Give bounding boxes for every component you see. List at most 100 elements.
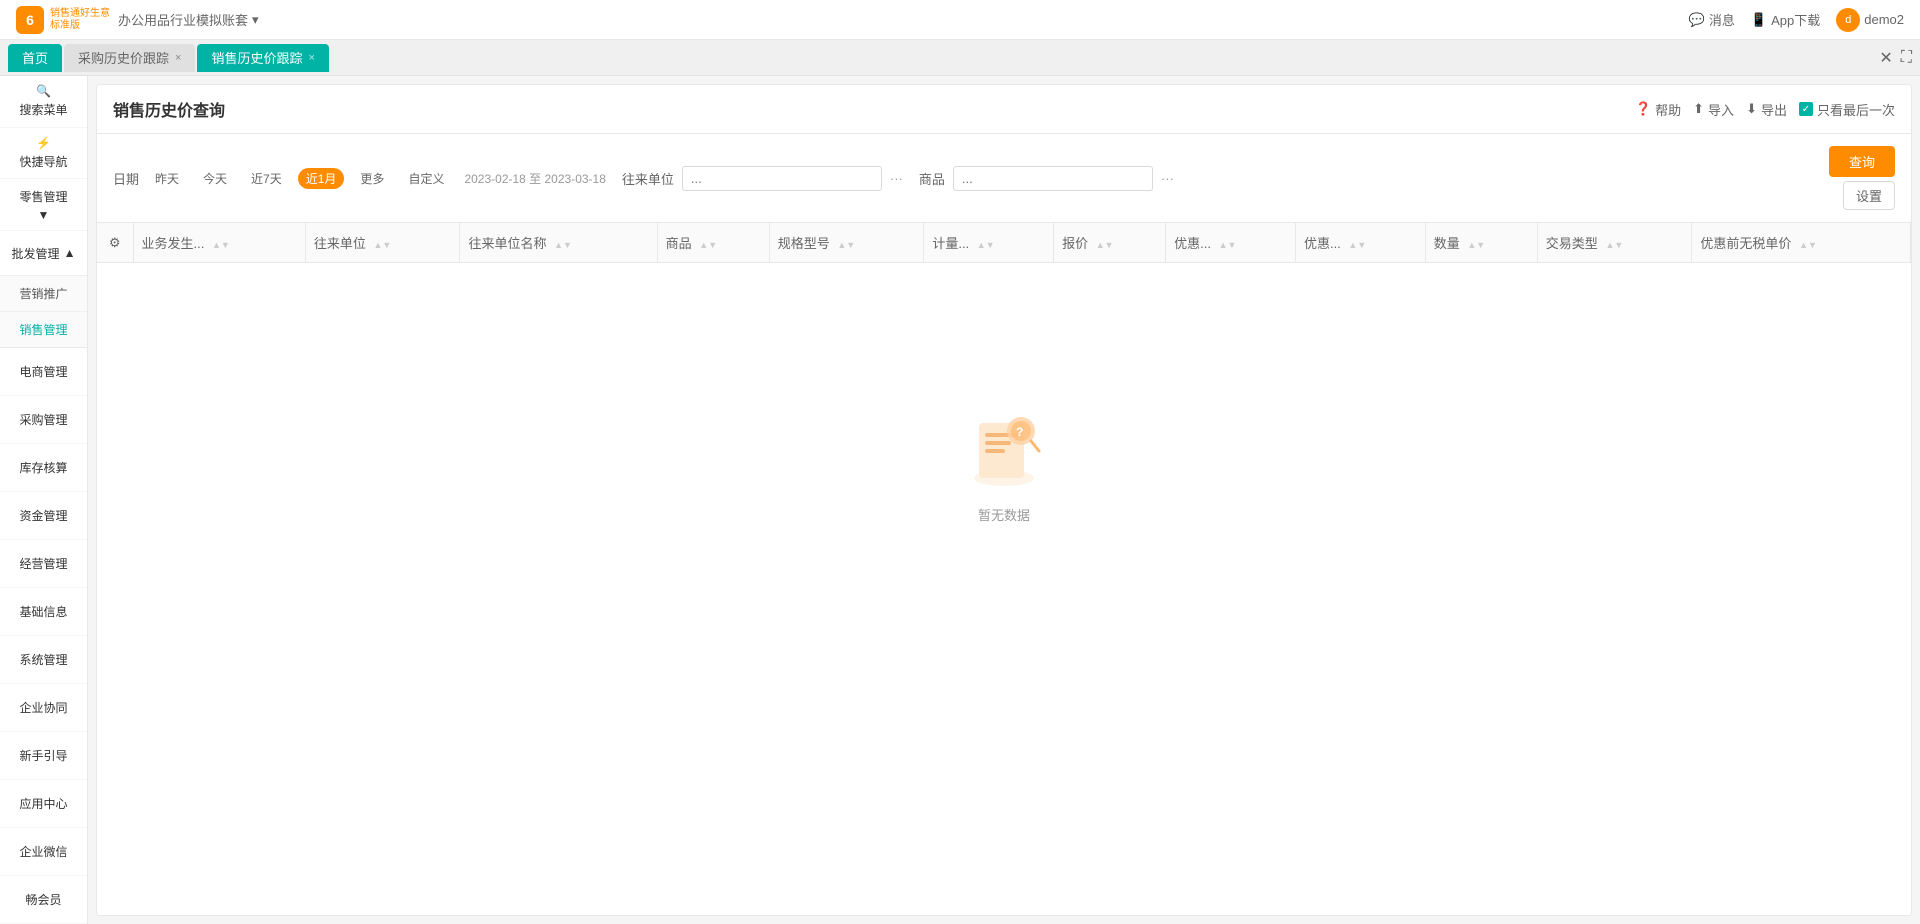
help-btn[interactable]: ❓ 帮助	[1635, 100, 1681, 119]
app-download-btn[interactable]: 📱 App下载	[1751, 10, 1820, 29]
col-biz-date: 业务发生... ▲▼	[133, 223, 305, 263]
sidebar-item-purchase-label: 采购管理	[19, 411, 67, 428]
sidebar-sub-sales-mgmt[interactable]: 销售管理	[0, 311, 87, 347]
sort-icon: ▲▼	[1096, 240, 1114, 250]
page-header-actions: ❓ 帮助 ⬆ 导入 ⬇ 导出 ✓ 只看最后一次	[1635, 100, 1895, 119]
help-label: 帮助	[1655, 100, 1681, 119]
col-spec: 规格型号 ▲▼	[769, 223, 924, 263]
sidebar-item-wholesale[interactable]: 批发管理 ▲	[0, 231, 87, 275]
sidebar-item-enterprise[interactable]: 企业协同	[0, 684, 87, 732]
product-more-icon[interactable]: ···	[1161, 171, 1174, 186]
filter-bar: 日期 昨天 今天 近7天 近1月 更多 自定义 2023-02-18 至 202…	[97, 134, 1911, 223]
col-trade-type: 交易类型 ▲▼	[1537, 223, 1692, 263]
sidebar-item-system[interactable]: 系统管理	[0, 636, 87, 684]
sort-icon: ▲▼	[212, 240, 230, 250]
tab-purchase-label: 采购历史价跟踪	[78, 48, 169, 67]
col-quoted-price: 报价 ▲▼	[1054, 223, 1166, 263]
sidebar-item-retail[interactable]: 零售管理 ▼	[0, 179, 87, 231]
date-label: 日期	[113, 169, 139, 188]
import-btn[interactable]: ⬆ 导入	[1693, 100, 1734, 119]
sidebar-item-guide[interactable]: 新手引导	[0, 732, 87, 780]
sidebar-item-ecommerce[interactable]: 电商管理	[0, 348, 87, 396]
help-icon: ❓	[1635, 101, 1651, 117]
date-btn-1month[interactable]: 近1月	[298, 168, 345, 189]
import-label: 导入	[1708, 100, 1734, 119]
sidebar-item-basic[interactable]: 基础信息	[0, 588, 87, 636]
sidebar-item-operations-label: 经营管理	[19, 555, 67, 572]
sidebar-item-system-label: 系统管理	[19, 651, 67, 668]
filter-buttons: 查询 设置	[1829, 146, 1895, 210]
sidebar-item-basic-label: 基础信息	[19, 603, 67, 620]
tab-home[interactable]: 首页	[8, 44, 62, 72]
tab-purchase-close-icon[interactable]: ×	[175, 52, 181, 64]
sidebar-item-shortcuts[interactable]: ⚡ 快捷导航	[0, 128, 87, 180]
query-button[interactable]: 查询	[1829, 146, 1895, 177]
tabbar-right: ✕ ⛶	[1879, 48, 1912, 68]
col-unit: 计量... ▲▼	[924, 223, 1054, 263]
sidebar-item-purchase[interactable]: 采购管理	[0, 396, 87, 444]
sort-icon: ▲▼	[1219, 240, 1237, 250]
date-btn-custom[interactable]: 自定义	[400, 168, 452, 189]
tab-close-all-icon[interactable]: ✕	[1879, 48, 1892, 68]
only-last-label: 只看最后一次	[1817, 100, 1895, 119]
settings-button[interactable]: 设置	[1843, 181, 1895, 210]
sidebar-sub-sales-label: 销售管理	[19, 321, 67, 338]
sidebar-item-appstore-label: 应用中心	[19, 795, 67, 812]
tab-fullscreen-icon[interactable]: ⛶	[1901, 49, 1912, 67]
workspace-label: 办公用品行业模拟账套	[118, 10, 248, 29]
page: 销售历史价查询 ❓ 帮助 ⬆ 导入 ⬇ 导出 ✓	[96, 84, 1912, 916]
sidebar-item-wechat[interactable]: 企业微信	[0, 828, 87, 876]
export-btn[interactable]: ⬇ 导出	[1746, 100, 1787, 119]
avatar: d	[1836, 8, 1860, 32]
user-menu[interactable]: d demo2	[1836, 8, 1904, 32]
main-content: 销售历史价查询 ❓ 帮助 ⬆ 导入 ⬇ 导出 ✓	[88, 76, 1920, 924]
partner-more-icon[interactable]: ···	[890, 171, 903, 186]
topbar-left: 6 销售通好生意 标准版 办公用品行业模拟账套 ▾	[16, 6, 259, 34]
tab-purchase[interactable]: 采购历史价跟踪 ×	[64, 44, 195, 72]
empty-text: 暂无数据	[978, 505, 1030, 524]
tab-sales-close-icon[interactable]: ×	[308, 52, 314, 64]
partner-input[interactable]	[682, 166, 882, 191]
col-discount2: 优惠... ▲▼	[1295, 223, 1425, 263]
logo-text: 销售通好生意 标准版	[50, 8, 110, 32]
product-input[interactable]	[953, 166, 1153, 191]
sidebar: 🔍 搜索菜单 ⚡ 快捷导航 零售管理 ▼ 批发管理 ▲ 营销推广 销售管理 电商…	[0, 76, 88, 924]
date-btn-more[interactable]: 更多	[352, 168, 392, 189]
sidebar-item-operations[interactable]: 经营管理	[0, 540, 87, 588]
col-discount1: 优惠... ▲▼	[1166, 223, 1296, 263]
tab-home-label: 首页	[22, 48, 48, 67]
partner-label: 往来单位	[622, 169, 674, 188]
sidebar-sub-marketing[interactable]: 营销推广	[0, 275, 87, 311]
col-partner-name: 往来单位名称 ▲▼	[460, 223, 657, 263]
date-btn-today[interactable]: 今天	[195, 168, 235, 189]
tabbar: 首页 采购历史价跟踪 × 销售历史价跟踪 × ✕ ⛶	[0, 40, 1920, 76]
sidebar-group-wholesale: 批发管理 ▲ 营销推广 销售管理	[0, 231, 87, 348]
workspace-selector[interactable]: 办公用品行业模拟账套 ▾	[118, 10, 259, 29]
sidebar-item-appstore[interactable]: 应用中心	[0, 780, 87, 828]
message-label: 消息	[1709, 10, 1735, 29]
sidebar-item-member-label: 畅会员	[25, 891, 61, 908]
date-btn-7days[interactable]: 近7天	[243, 168, 290, 189]
sort-icon: ▲▼	[699, 240, 717, 250]
workspace-chevron-icon: ▾	[252, 12, 259, 28]
sidebar-item-wholesale-label: 批发管理	[12, 245, 60, 262]
date-filter-group: 日期 昨天 今天 近7天 近1月 更多 自定义	[113, 168, 452, 189]
sidebar-item-inventory[interactable]: 库存核算	[0, 444, 87, 492]
sidebar-item-member[interactable]: 畅会员	[0, 876, 87, 924]
sidebar-item-retail-label: 零售管理	[19, 188, 67, 205]
tab-sales[interactable]: 销售历史价跟踪 ×	[197, 44, 328, 72]
data-table: ⚙ 业务发生... ▲▼ 往来单位 ▲▼ 往来单位名称 ▲	[97, 223, 1911, 263]
date-btn-yesterday[interactable]: 昨天	[147, 168, 187, 189]
sidebar-item-wechat-label: 企业微信	[19, 843, 67, 860]
page-header: 销售历史价查询 ❓ 帮助 ⬆ 导入 ⬇ 导出 ✓	[97, 85, 1911, 134]
sidebar-item-finance[interactable]: 资金管理	[0, 492, 87, 540]
message-btn[interactable]: 💬 消息	[1689, 10, 1735, 29]
topbar-right: 💬 消息 📱 App下载 d demo2	[1689, 8, 1904, 32]
sort-icon: ▲▼	[1605, 240, 1623, 250]
sidebar-sub-marketing-label: 营销推广	[19, 285, 67, 302]
col-settings[interactable]: ⚙	[97, 223, 133, 263]
logo-area: 6 销售通好生意 标准版	[16, 6, 110, 34]
sidebar-item-search[interactable]: 🔍 搜索菜单	[0, 76, 87, 128]
col-product: 商品 ▲▼	[657, 223, 769, 263]
only-last-checkbox[interactable]: ✓ 只看最后一次	[1799, 100, 1895, 119]
